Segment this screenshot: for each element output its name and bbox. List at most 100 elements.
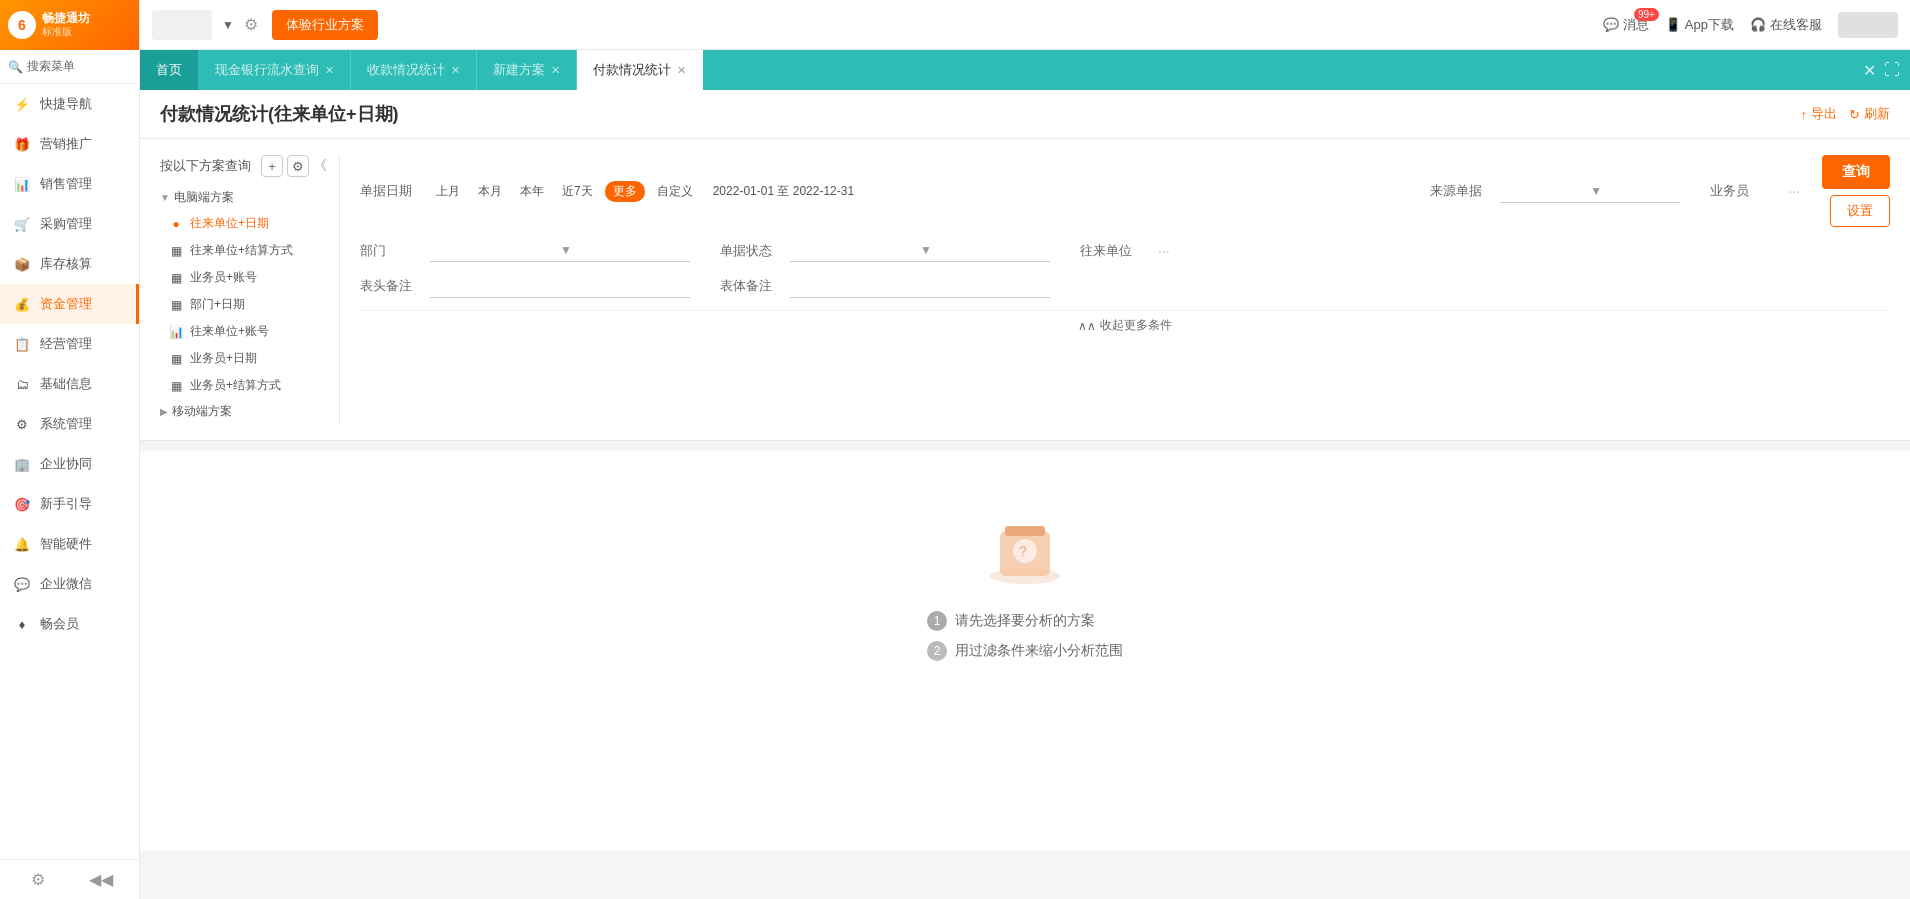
sidebar-item-guide[interactable]: 🎯 新手引导 (0, 484, 139, 524)
scheme-item-staff-account[interactable]: ▦ 业务员+账号 (160, 264, 327, 291)
query-button[interactable]: 查询 (1822, 155, 1890, 189)
date-btn-this-month[interactable]: 本月 (472, 181, 508, 202)
group-label-text: 移动端方案 (172, 403, 232, 420)
tab-close-icon[interactable]: ✕ (677, 64, 686, 77)
sidebar-item-purchase[interactable]: 🛒 采购管理 (0, 204, 139, 244)
tab-home[interactable]: 首页 (140, 50, 199, 90)
sidebar-item-label: 企业协同 (40, 455, 92, 473)
purchase-icon: 🛒 (12, 214, 32, 234)
sidebar-item-inventory[interactable]: 📦 库存核算 (0, 244, 139, 284)
staff-input[interactable]: ··· (1788, 183, 1800, 199)
export-button[interactable]: ↑ 导出 (1801, 105, 1838, 123)
date-field: 上月 本月 本年 近7天 更多 自定义 2022-01-01 至 2022-12… (430, 181, 1400, 202)
sidebar-item-label: 系统管理 (40, 415, 92, 433)
refresh-button[interactable]: ↻ 刷新 (1849, 105, 1890, 123)
scheme-item-dept-date[interactable]: ▦ 部门+日期 (160, 291, 327, 318)
tab-receipt-stats[interactable]: 收款情况统计 ✕ (351, 50, 477, 90)
scheme-group-desktop-label[interactable]: ▼ 电脑端方案 (160, 185, 327, 210)
topbar-settings-icon[interactable]: ⚙ (244, 15, 258, 34)
service-label: 在线客服 (1770, 16, 1822, 34)
dept-select[interactable]: ▼ (430, 239, 690, 262)
scheme-item-staff-date[interactable]: ▦ 业务员+日期 (160, 345, 327, 372)
trial-button[interactable]: 体验行业方案 (272, 10, 378, 40)
sidebar-item-operations[interactable]: 📋 经营管理 (0, 324, 139, 364)
scheme-item-unit-date[interactable]: ● 往来单位+日期 (160, 210, 327, 237)
sidebar-header: 6 畅捷通坊 标准版 (0, 0, 139, 50)
filter-row-2: 部门 ▼ 单据状态 ▼ 往来单位 ··· (360, 239, 1890, 262)
sidebar-item-marketing[interactable]: 🎁 营销推广 (0, 124, 139, 164)
company-dropdown[interactable]: ▼ (222, 18, 234, 32)
app-download-action[interactable]: 📱 App下载 (1665, 16, 1734, 34)
messages-action[interactable]: 💬 消息 99+ (1603, 16, 1649, 34)
topbar: ▼ ⚙ 体验行业方案 💬 消息 99+ 📱 App下载 🎧 在线客服 (140, 0, 1910, 50)
sidebar-item-label: 快捷导航 (40, 95, 92, 113)
scheme-settings-btn[interactable]: ⚙ (287, 155, 309, 177)
page-title: 付款情况统计(往来单位+日期) (160, 102, 399, 126)
scheme-toolbar-label: 按以下方案查询 (160, 157, 257, 175)
tab-payment-stats[interactable]: 付款情况统计 ✕ (577, 50, 703, 90)
scheme-item-unit-account[interactable]: 📊 往来单位+账号 (160, 318, 327, 345)
date-btn-more[interactable]: 更多 (605, 181, 645, 202)
scheme-group-mobile: ▶ 移动端方案 (160, 399, 327, 424)
tab-close-icon[interactable]: ✕ (551, 64, 560, 77)
tab-close-icon[interactable]: ✕ (451, 64, 460, 77)
sidebar-item-label: 营销推广 (40, 135, 92, 153)
body-note-input[interactable] (790, 274, 1050, 298)
marketing-icon: 🎁 (12, 134, 32, 154)
sidebar-item-system[interactable]: ⚙ 系统管理 (0, 404, 139, 444)
sidebar-item-enterprise[interactable]: 🏢 企业协同 (0, 444, 139, 484)
source-label: 来源单据 (1430, 182, 1500, 200)
tab-close-icon[interactable]: ✕ (325, 64, 334, 77)
date-btn-last-month[interactable]: 上月 (430, 181, 466, 202)
sidebar-item-wechat[interactable]: 💬 企业微信 (0, 564, 139, 604)
footer-settings-btn[interactable]: ⚙ (10, 870, 66, 889)
sidebar-item-finance[interactable]: 💰 资金管理 (0, 284, 139, 324)
tab-maximize-icon[interactable]: ⛶ (1884, 61, 1900, 79)
search-menu[interactable]: 🔍 搜索菜单 (0, 50, 139, 84)
source-dropdown-icon: ▼ (1590, 184, 1680, 198)
header-note-input[interactable] (430, 274, 690, 298)
collapse-button[interactable]: ∧∧ 收起更多条件 (1078, 317, 1172, 334)
collapse-bar: ∧∧ 收起更多条件 (360, 310, 1890, 340)
unit-input[interactable]: ··· (1158, 243, 1170, 259)
user-avatar[interactable] (1838, 12, 1898, 38)
source-select[interactable]: ▼ (1500, 180, 1680, 203)
tab-label: 现金银行流水查询 (215, 61, 319, 79)
sidebar-item-label: 库存核算 (40, 255, 92, 273)
service-icon: 🎧 (1750, 17, 1766, 32)
scheme-collapse-btn[interactable]: 《 (313, 157, 327, 175)
scheme-add-btn[interactable]: + (261, 155, 283, 177)
settings-button[interactable]: 设置 (1830, 195, 1890, 227)
date-btn-last-7-days[interactable]: 近7天 (556, 181, 599, 202)
sidebar-nav: ⚡ 快捷导航 🎁 营销推广 📊 销售管理 🛒 采购管理 📦 库存核算 💰 资金管… (0, 84, 139, 859)
scheme-item-icon: ▦ (168, 243, 184, 259)
scheme-group-mobile-label[interactable]: ▶ 移动端方案 (160, 399, 327, 424)
empty-step-1: 1 请先选择要分析的方案 (927, 611, 1123, 631)
tab-bank-flow[interactable]: 现金银行流水查询 ✕ (199, 50, 351, 90)
date-btn-custom[interactable]: 自定义 (651, 181, 699, 202)
refresh-icon: ↻ (1849, 107, 1860, 122)
scheme-item-unit-settle[interactable]: ▦ 往来单位+结算方式 (160, 237, 327, 264)
sidebar-item-quick-nav[interactable]: ⚡ 快捷导航 (0, 84, 139, 124)
step-num-1: 1 (927, 611, 947, 631)
sidebar-item-hardware[interactable]: 🔔 智能硬件 (0, 524, 139, 564)
sidebar-item-basic-info[interactable]: 🗂 基础信息 (0, 364, 139, 404)
step-num-2: 2 (927, 641, 947, 661)
tab-close-all-icon[interactable]: ✕ (1863, 61, 1876, 80)
customer-service-action[interactable]: 🎧 在线客服 (1750, 16, 1822, 34)
scheme-item-label: 往来单位+结算方式 (190, 242, 293, 259)
tab-label: 付款情况统计 (593, 61, 671, 79)
scheme-item-icon: ▦ (168, 297, 184, 313)
sidebar-subtitle: 标准版 (42, 25, 90, 39)
footer-collapse-btn[interactable]: ◀◀ (74, 870, 130, 889)
scheme-item-staff-settle[interactable]: ▦ 业务员+结算方式 (160, 372, 327, 399)
scheme-item-icon: ▦ (168, 351, 184, 367)
date-btn-this-year[interactable]: 本年 (514, 181, 550, 202)
sidebar-item-member[interactable]: ♦ 畅会员 (0, 604, 139, 644)
tab-new-scheme[interactable]: 新建方案 ✕ (477, 50, 577, 90)
messages-badge: 99+ (1634, 8, 1659, 21)
staff-label: 业务员 (1710, 182, 1780, 200)
voucher-status-select[interactable]: ▼ (790, 239, 1050, 262)
sidebar-item-sales[interactable]: 📊 销售管理 (0, 164, 139, 204)
sidebar-brand: 畅捷通坊 标准版 (42, 11, 90, 39)
